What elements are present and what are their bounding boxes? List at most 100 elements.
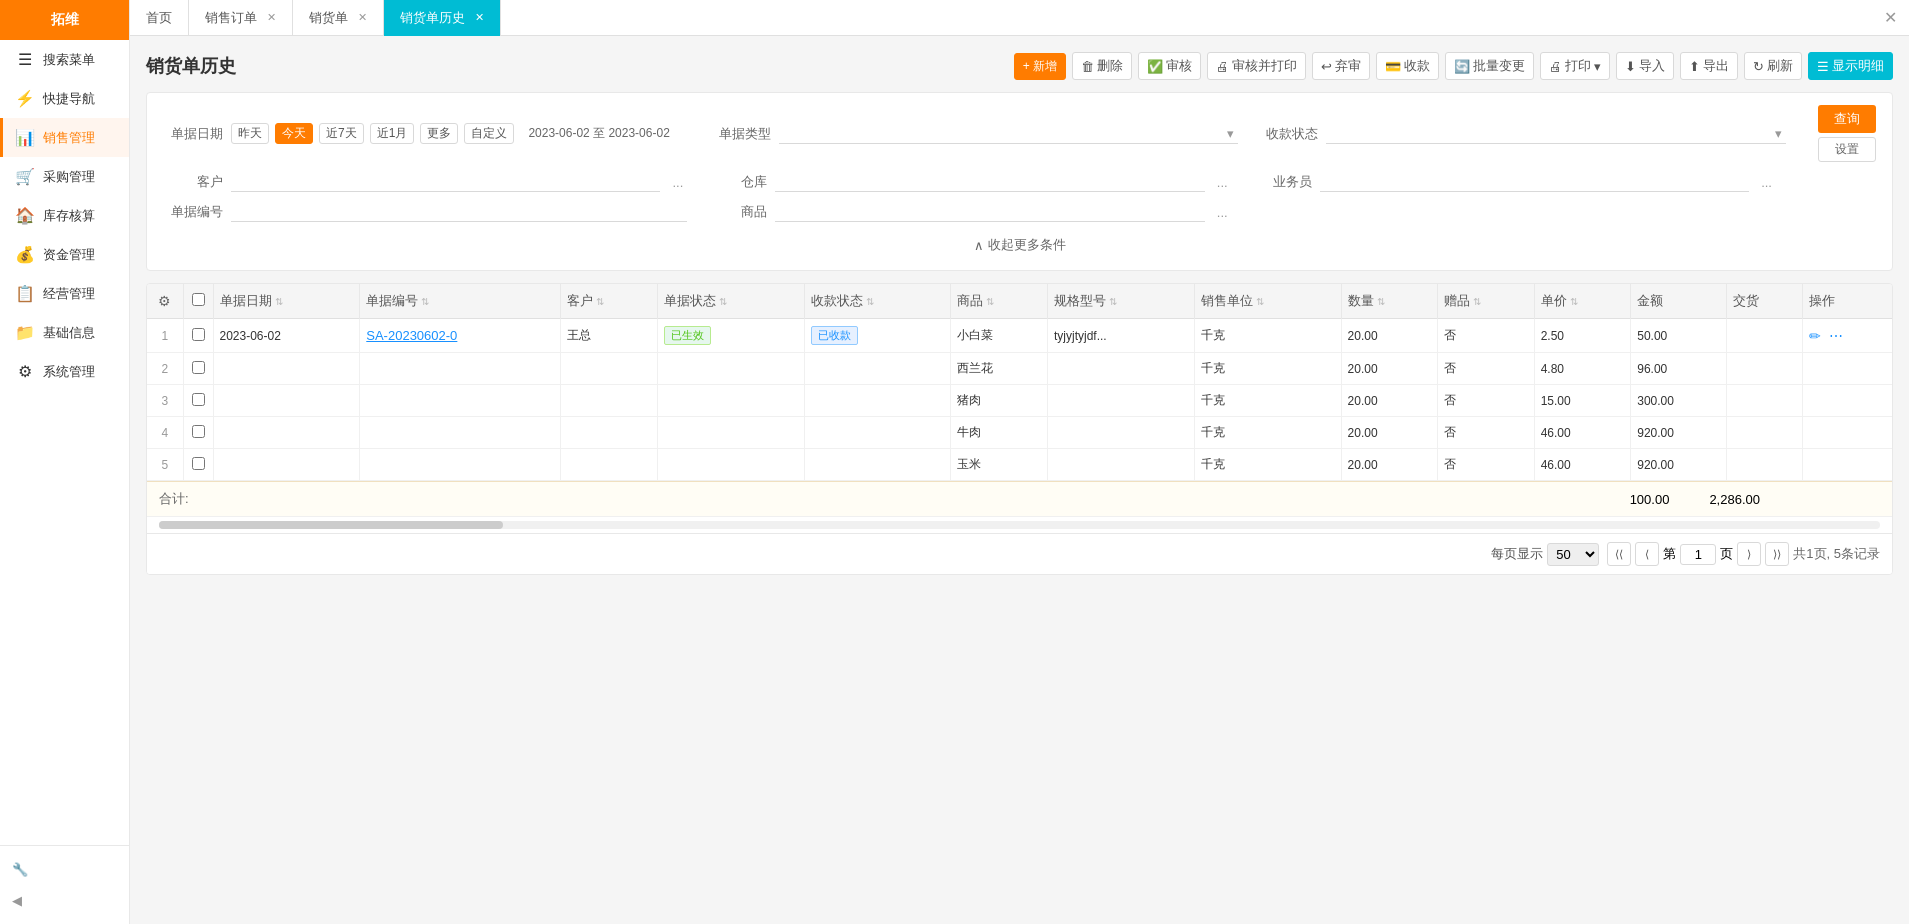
row-checkbox[interactable] [192,361,205,374]
filter-doctype-select-wrapper[interactable] [779,124,1239,144]
th-price[interactable]: 单价 ⇅ [1534,284,1631,319]
page-input[interactable] [1680,544,1716,565]
sidebar-footer-settings[interactable]: 🔧 [0,854,129,885]
import-button[interactable]: ⬇ 导入 [1616,52,1674,80]
filter-docno-input[interactable] [231,202,687,222]
row-doc-no[interactable] [360,353,561,385]
sidebar-footer-collapse[interactable]: ◀ [0,885,129,916]
select-all-checkbox[interactable] [192,293,205,306]
row-doc-date [213,385,360,417]
sidebar-item-purchase-mgmt[interactable]: 🛒 采购管理 [0,157,129,196]
date-btn-1month[interactable]: 近1月 [370,123,415,144]
doc-no-link[interactable]: SA-20230602-0 [366,328,457,343]
th-unit[interactable]: 销售单位 ⇅ [1194,284,1341,319]
query-button[interactable]: 查询 [1818,105,1876,133]
filter-collect-select[interactable] [1326,124,1786,143]
th-amount[interactable]: 金额 [1631,284,1727,319]
last-page-button[interactable]: ⟩⟩ [1765,542,1789,566]
warehouse-ellipsis[interactable]: ... [1213,175,1232,190]
th-doc-status[interactable]: 单据状态 ⇅ [657,284,804,319]
sidebar-item-inventory[interactable]: 🏠 库存核算 [0,196,129,235]
th-collect-status[interactable]: 收款状态 ⇅ [804,284,951,319]
row-checkbox-cell[interactable] [183,353,213,385]
th-spec[interactable]: 规格型号 ⇅ [1047,284,1194,319]
date-btn-today[interactable]: 今天 [275,123,313,144]
th-customer[interactable]: 客户 ⇅ [561,284,658,319]
tab-home[interactable]: 首页 [130,0,189,36]
sidebar-item-quick-nav[interactable]: ⚡ 快捷导航 [0,79,129,118]
date-btn-more[interactable]: 更多 [420,123,458,144]
refresh-button[interactable]: ↻ 刷新 [1744,52,1802,80]
collect-button[interactable]: 💳 收款 [1376,52,1439,80]
filter-salesperson-input[interactable] [1320,172,1749,192]
product-ellipsis[interactable]: ... [1213,205,1232,220]
more-icon[interactable]: ⋯ [1829,328,1843,344]
th-qty[interactable]: 数量 ⇅ [1341,284,1438,319]
tab-sales-order[interactable]: 销售订单 ✕ [189,0,293,36]
filter-doctype-item: 单据类型 [711,124,1239,144]
th-product[interactable]: 商品 ⇅ [951,284,1048,319]
th-product-label: 商品 [957,292,983,310]
tab-sales-delivery-close[interactable]: ✕ [358,11,367,24]
prev-page-button[interactable]: ⟨ [1635,542,1659,566]
sidebar-item-sales-mgmt[interactable]: 📊 销售管理 [0,118,129,157]
row-checkbox-cell[interactable] [183,417,213,449]
abandon-button[interactable]: ↩ 弃审 [1312,52,1370,80]
delete-button[interactable]: 🗑 删除 [1072,52,1132,80]
sidebar-item-sys-mgmt[interactable]: ⚙ 系统管理 [0,352,129,391]
sidebar-item-basic-info[interactable]: 📁 基础信息 [0,313,129,352]
tab-sales-history-close[interactable]: ✕ [475,11,484,24]
th-doc-date[interactable]: 单据日期 ⇅ [213,284,360,319]
row-checkbox[interactable] [192,393,205,406]
salesperson-ellipsis[interactable]: ... [1757,175,1776,190]
next-page-button[interactable]: ⟩ [1737,542,1761,566]
edit-icon[interactable]: ✏ [1809,328,1821,344]
filter-doctype-select[interactable] [779,124,1239,143]
table-settings-icon[interactable]: ⚙ [158,293,171,309]
row-checkbox-cell[interactable] [183,385,213,417]
tab-sales-history[interactable]: 销货单历史 ✕ [384,0,501,36]
tab-sales-order-close[interactable]: ✕ [267,11,276,24]
tab-close-all[interactable]: ✕ [1872,8,1909,27]
th-gift[interactable]: 赠品 ⇅ [1438,284,1535,319]
filter-product-input[interactable] [775,202,1204,222]
new-button[interactable]: + 新增 [1014,53,1066,80]
filter-warehouse-input[interactable] [775,172,1204,192]
row-customer [561,353,658,385]
row-doc-no[interactable] [360,417,561,449]
tab-sales-delivery[interactable]: 销货单 ✕ [293,0,384,36]
date-btn-yesterday[interactable]: 昨天 [231,123,269,144]
audit-print-button[interactable]: 🖨 审核并打印 [1207,52,1306,80]
print-button[interactable]: 🖨 打印 ▾ [1540,52,1610,80]
audit-button[interactable]: ✅ 审核 [1138,52,1201,80]
row-doc-no[interactable]: SA-20230602-0 [360,319,561,353]
row-checkbox[interactable] [192,457,205,470]
row-checkbox-cell[interactable] [183,319,213,353]
row-doc-no[interactable] [360,449,561,481]
th-doc-no[interactable]: 单据编号 ⇅ [360,284,561,319]
batch-change-button[interactable]: 🔄 批量变更 [1445,52,1534,80]
scroll-track[interactable] [159,521,1880,529]
collapse-button[interactable]: ∧ 收起更多条件 [970,232,1070,258]
sidebar-item-search-menu[interactable]: ☰ 搜索菜单 [0,40,129,79]
sidebar-item-operations[interactable]: 📋 经营管理 [0,274,129,313]
date-btn-custom[interactable]: 自定义 [464,123,514,144]
row-doc-date [213,449,360,481]
show-details-button[interactable]: ☰ 显示明细 [1808,52,1893,80]
first-page-button[interactable]: ⟨⟨ [1607,542,1631,566]
row-checkbox[interactable] [192,425,205,438]
row-checkbox[interactable] [192,328,205,341]
row-doc-no[interactable] [360,385,561,417]
filter-collect-select-wrapper[interactable] [1326,124,1786,144]
filter-customer-input[interactable] [231,172,660,192]
date-btn-7days[interactable]: 近7天 [319,123,364,144]
scroll-thumb[interactable] [159,521,503,529]
customer-ellipsis[interactable]: ... [668,175,687,190]
per-page-select[interactable]: 50 100 200 [1547,543,1599,566]
th-settings[interactable]: ⚙ [147,284,183,319]
setting-button[interactable]: 设置 [1818,137,1876,162]
export-button[interactable]: ⬆ 导出 [1680,52,1738,80]
row-checkbox-cell[interactable] [183,449,213,481]
sidebar-item-finance[interactable]: 💰 资金管理 [0,235,129,274]
th-checkbox[interactable] [183,284,213,319]
